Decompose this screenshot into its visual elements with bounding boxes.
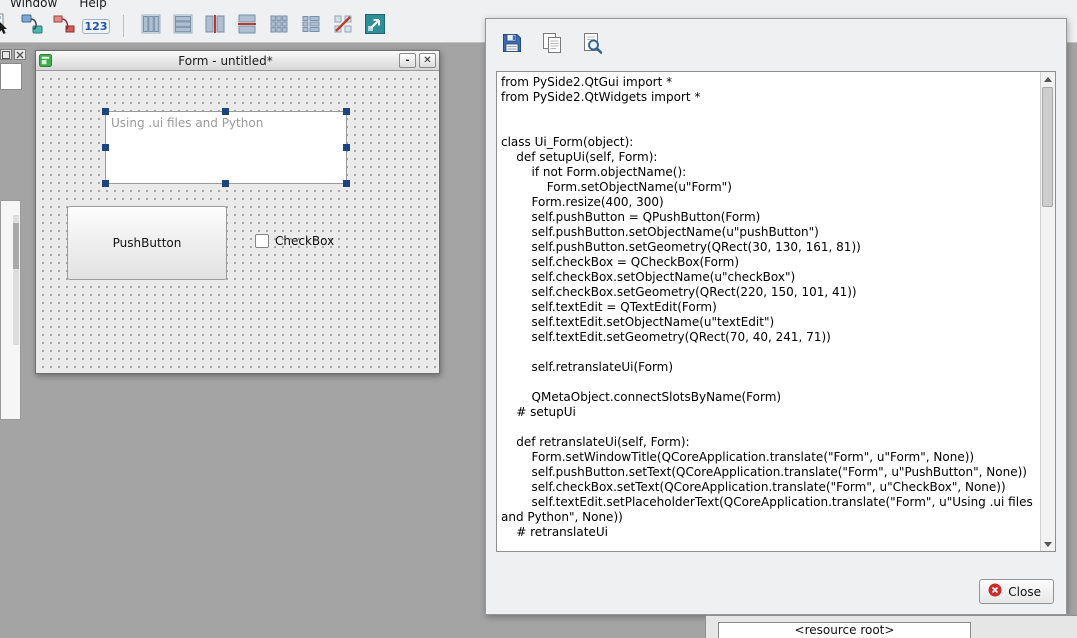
edit-tab-order-button[interactable]: 123 [83, 13, 109, 39]
lay-out-horizontally-button[interactable] [138, 13, 164, 39]
code-view[interactable]: from PySide2.QtGui import * from PySide2… [496, 71, 1056, 552]
copy-icon [540, 31, 564, 59]
toolbar-separator [123, 15, 124, 37]
widget-box-panel-edge [0, 200, 21, 420]
widget-box-scrollbar-thumb[interactable] [13, 223, 19, 269]
splitter-horizontal-icon [204, 13, 226, 39]
menu-window[interactable]: Window [10, 0, 57, 10]
widget-box-scrollbar[interactable] [13, 215, 19, 345]
menu-help[interactable]: Help [79, 0, 106, 10]
edit-signals-slots-button[interactable] [19, 13, 45, 39]
form-window: Form - untitled* - ✕ Using .ui files and… [35, 50, 440, 374]
layout-horizontal-icon [140, 13, 162, 39]
form-canvas[interactable]: Using .ui files and Python PushButton Ch… [36, 72, 439, 373]
scroll-up-arrow-icon[interactable] [1041, 72, 1055, 86]
widget-box-filter-edge[interactable] [0, 63, 22, 90]
edit-buddies-button[interactable] [51, 13, 77, 39]
adjust-size-icon [364, 13, 386, 39]
selection-handle-sw[interactable] [102, 180, 109, 187]
break-layout-button[interactable] [330, 13, 356, 39]
resource-browser-panel: <resource root> [705, 615, 1077, 638]
minimize-button[interactable]: - [399, 53, 416, 68]
pushbutton-widget[interactable]: PushButton [67, 206, 227, 280]
resource-root-item[interactable]: <resource root> [718, 622, 971, 638]
dock-close-button[interactable] [14, 49, 26, 60]
selection-handle-s[interactable] [222, 180, 229, 187]
selection-handle-n[interactable] [222, 108, 229, 115]
save-button[interactable] [498, 31, 526, 59]
edit-buddies-icon [53, 13, 75, 39]
lay-out-vertically-in-splitter-button[interactable] [234, 13, 260, 39]
find-icon [580, 31, 604, 59]
form-layout-icon [300, 13, 322, 39]
checkbox-box[interactable] [255, 234, 269, 248]
close-circle-icon [988, 583, 1002, 600]
generated-python-code[interactable]: from PySide2.QtGui import * from PySide2… [497, 72, 1055, 543]
edit-widgets-icon [0, 13, 11, 39]
menubar: Window Help [0, 0, 1077, 10]
lay-out-in-form-layout-button[interactable] [298, 13, 324, 39]
code-scrollbar-thumb[interactable] [1042, 87, 1053, 207]
lay-out-in-grid-button[interactable] [266, 13, 292, 39]
dock-float-button[interactable] [0, 49, 12, 60]
checkbox-label: CheckBox [275, 234, 334, 248]
lay-out-horizontally-in-splitter-button[interactable] [202, 13, 228, 39]
grid-layout-icon [268, 13, 290, 39]
code-scrollbar[interactable] [1040, 72, 1055, 551]
selection-handle-e[interactable] [343, 144, 350, 151]
code-preview-dialog: from PySide2.QtGui import * from PySide2… [485, 18, 1067, 615]
close-window-button[interactable]: ✕ [419, 53, 436, 68]
selection-handle-w[interactable] [102, 144, 109, 151]
form-window-titlebar[interactable]: Form - untitled* - ✕ [36, 51, 439, 71]
edit-signals-slots-icon [21, 13, 43, 39]
close-button-label: Close [1008, 585, 1041, 599]
find-button[interactable] [578, 31, 606, 59]
close-x-icon [16, 51, 24, 59]
adjust-size-button[interactable] [362, 13, 388, 39]
layout-vertical-icon [172, 13, 194, 39]
selection-handle-ne[interactable] [343, 108, 350, 115]
close-button[interactable]: Close [979, 579, 1054, 604]
form-window-title: Form - untitled* [55, 54, 396, 68]
selection-handle-nw[interactable] [102, 108, 109, 115]
edit-tab-order-icon: 123 [82, 19, 111, 34]
checkbox-widget[interactable]: CheckBox [255, 234, 334, 248]
textedit-widget[interactable]: Using .ui files and Python [105, 111, 347, 184]
code-dialog-toolbar [498, 31, 606, 59]
splitter-vertical-icon [236, 13, 258, 39]
lay-out-vertically-button[interactable] [170, 13, 196, 39]
textedit-placeholder: Using .ui files and Python [111, 116, 263, 130]
break-layout-icon [332, 13, 354, 39]
scroll-down-arrow-icon[interactable] [1041, 537, 1055, 551]
edit-widgets-button[interactable] [0, 13, 13, 39]
selection-handle-se[interactable] [343, 180, 350, 187]
float-icon [2, 51, 10, 59]
qt-designer-screen: Window Help 123 [0, 0, 1077, 638]
save-icon [500, 31, 524, 59]
form-window-icon [39, 54, 52, 67]
copy-button[interactable] [538, 31, 566, 59]
